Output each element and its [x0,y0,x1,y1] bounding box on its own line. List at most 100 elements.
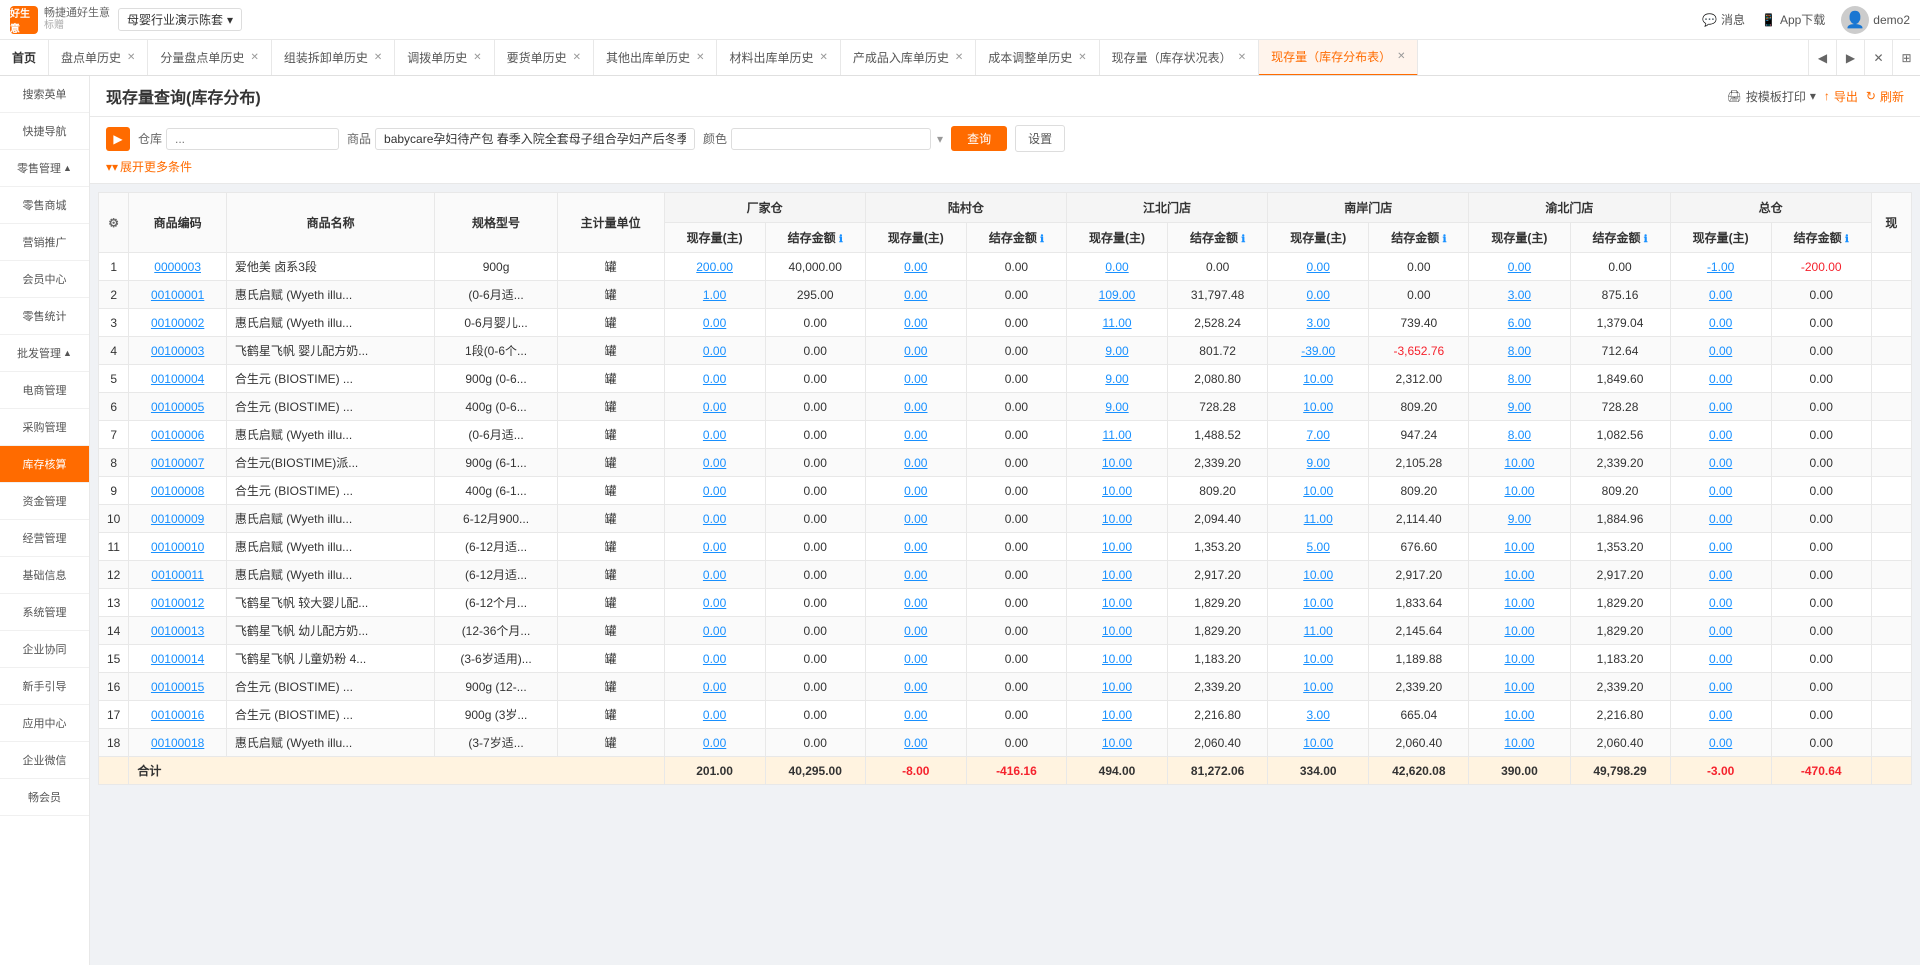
tab-fenliang[interactable]: 分量盘点单历史 ✕ [148,40,271,76]
setting-button[interactable]: 设置 [1015,125,1065,152]
close-icon[interactable]: ✕ [819,52,827,63]
sidebar-item-wecom[interactable]: 企业微信 [0,742,89,779]
user-btn[interactable]: 👤 demo2 [1841,6,1910,34]
settings-icon[interactable]: ⚙ [108,216,119,230]
row-zc-amt: 0.00 [1771,561,1871,589]
close-icon[interactable]: ✕ [696,52,704,63]
search-button[interactable]: 查询 [951,126,1007,151]
summary-lcj-qty: -8.00 [865,757,966,785]
close-icon[interactable]: ✕ [1238,52,1246,63]
row-spec: (3-7岁适... [435,729,557,757]
filter-toggle-btn[interactable]: ▶ [106,127,130,151]
sidebar-item-purchase[interactable]: 采购管理 [0,409,89,446]
sidebar-item-retail-mall[interactable]: 零售商城 [0,187,89,224]
color-filter: 颜色 ▾ [703,128,943,150]
nav-expand-btn[interactable]: ⊞ [1892,40,1920,76]
tab-xiancunliang-status[interactable]: 现存量（库存状况表） ✕ [1100,40,1259,76]
close-icon[interactable]: ✕ [573,52,581,63]
row-jbmd-qty: 10.00 [1066,617,1167,645]
close-icon[interactable]: ✕ [1078,52,1086,63]
zc-qty-header: 现存量(主) [1670,223,1771,253]
sidebar-item-search[interactable]: 搜索英单 [0,76,89,113]
row-zc-amt: 0.00 [1771,477,1871,505]
export-btn[interactable]: ↑ 导出 [1824,88,1858,105]
row-zc-qty: 0.00 [1670,337,1771,365]
sidebar-item-vip[interactable]: 畅会员 [0,779,89,816]
row-idx: 12 [99,561,129,589]
sidebar-item-inventory[interactable]: 库存核算 [0,446,89,483]
row-zc-amt: 0.00 [1771,617,1871,645]
row-ybmd-qty: 10.00 [1469,645,1570,673]
row-spec: 900g (3岁... [435,701,557,729]
summary-namd-qty: 334.00 [1268,757,1369,785]
tab-pandian[interactable]: 盘点单历史 ✕ [49,40,148,76]
close-icon[interactable]: ✕ [473,52,481,63]
warehouse-filter: 仓库 [138,128,339,150]
sidebar-item-ecom[interactable]: 电商管理 [0,372,89,409]
sidebar-item-guide[interactable]: 新手引导 [0,668,89,705]
tab-diaobo[interactable]: 调拨单历史 ✕ [395,40,494,76]
row-ybmd-qty: 8.00 [1469,421,1570,449]
sidebar-item-appstore[interactable]: 应用中心 [0,705,89,742]
sidebar-item-finance[interactable]: 资金管理 [0,483,89,520]
row-cfj-qty: 0.00 [664,645,765,673]
row-extra [1871,309,1911,337]
print-btn[interactable]: 🖨 按模板打印 ▾ [1727,88,1816,105]
row-ybmd-qty: 9.00 [1469,393,1570,421]
close-icon[interactable]: ✕ [374,52,382,63]
row-idx: 5 [99,365,129,393]
tab-qita[interactable]: 其他出库单历史 ✕ [594,40,717,76]
tab-chengpin[interactable]: 产成品入库单历史 ✕ [841,40,976,76]
appdown-btn[interactable]: 📱 App下载 [1761,11,1825,28]
row-cfj-qty: 200.00 [664,253,765,281]
row-zc-qty: 0.00 [1670,449,1771,477]
sidebar-item-retail-stats[interactable]: 零售统计 [0,298,89,335]
close-icon[interactable]: ✕ [955,52,963,63]
sidebar-item-system[interactable]: 系统管理 [0,594,89,631]
tab-home[interactable]: 首页 [0,40,49,76]
goods-input[interactable] [375,128,695,150]
sidebar-item-member[interactable]: 会员中心 [0,261,89,298]
tab-yaohuo[interactable]: 要货单历史 ✕ [495,40,594,76]
sidebar-item-operation[interactable]: 经营管理 [0,520,89,557]
tab-xiancunliang-dist[interactable]: 现存量（库存分布表） ✕ [1259,40,1418,76]
row-ybmd-qty: 10.00 [1469,561,1570,589]
sidebar-item-retail-mgmt[interactable]: 零售管理 ▲ [0,150,89,187]
row-unit: 罐 [557,729,664,757]
row-lcj-amt: 0.00 [966,645,1066,673]
close-icon[interactable]: ✕ [250,52,258,63]
row-name: 惠氏启赋 (Wyeth illu... [226,421,434,449]
row-spec: (6-12月适... [435,533,557,561]
col-code-header: 商品编码 [129,193,227,253]
sidebar-item-basic[interactable]: 基础信息 [0,557,89,594]
sidebar-item-collab[interactable]: 企业协同 [0,631,89,668]
nav-prev-btn[interactable]: ◀ [1808,40,1836,76]
sidebar-item-marketing[interactable]: 营销推广 [0,224,89,261]
warehouse-input[interactable] [166,128,339,150]
sidebar-item-quicknav[interactable]: 快捷导航 [0,113,89,150]
group-cfj-header: 厂家仓 [664,193,865,223]
refresh-btn[interactable]: ↻ 刷新 [1866,88,1904,105]
tab-chengben[interactable]: 成本调整单历史 ✕ [976,40,1099,76]
sidebar-item-wholesale[interactable]: 批发管理 ▲ [0,335,89,372]
col-settings-header[interactable]: ⚙ [99,193,129,253]
row-zc-qty: 0.00 [1670,309,1771,337]
row-cfj-qty: 0.00 [664,561,765,589]
close-icon[interactable]: ✕ [1397,51,1405,62]
tab-cailiao[interactable]: 材料出库单历史 ✕ [717,40,840,76]
tab-zuhe[interactable]: 组装拆卸单历史 ✕ [272,40,395,76]
nav-close-btn[interactable]: ✕ [1864,40,1892,76]
industry-dropdown[interactable]: 母婴行业演示陈套 ▾ [118,8,242,31]
nav-next-btn[interactable]: ▶ [1836,40,1864,76]
row-spec: 6-12月900... [435,505,557,533]
expand-conditions-btn[interactable]: ▾▾ 展开更多条件 [106,158,192,175]
logo-text: 畅捷通好生意 标赠 [44,7,110,32]
message-btn[interactable]: 💬 消息 [1702,11,1745,28]
row-name: 惠氏启赋 (Wyeth illu... [226,561,434,589]
row-ybmd-amt: 2,216.80 [1570,701,1670,729]
row-name: 合生元 (BIOSTIME) ... [226,393,434,421]
row-idx: 18 [99,729,129,757]
close-icon[interactable]: ✕ [127,52,135,63]
color-input[interactable] [731,128,931,150]
row-namd-amt: 2,114.40 [1369,505,1469,533]
